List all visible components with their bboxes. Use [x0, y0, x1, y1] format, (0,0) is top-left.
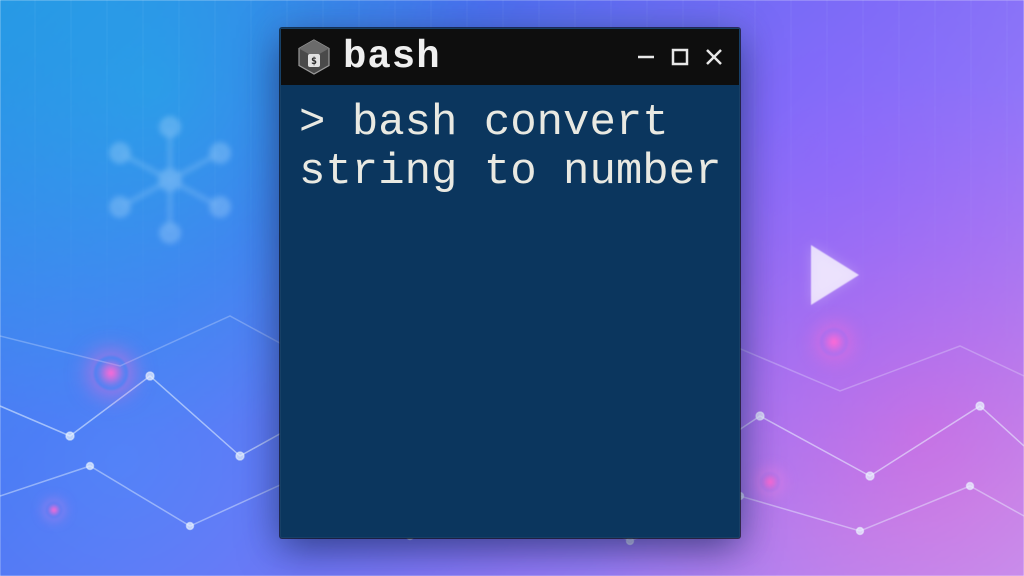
- lens-flare-decoration: [820, 328, 848, 356]
- play-triangle-decoration: [811, 245, 859, 305]
- maximize-button[interactable]: [669, 46, 691, 68]
- lens-flare-decoration: [46, 502, 62, 518]
- prompt-symbol: >: [299, 98, 325, 148]
- app-title: bash: [343, 35, 441, 79]
- terminal-window: $ bash > bash convert string to number: [280, 28, 740, 538]
- window-controls: [635, 46, 725, 68]
- minimize-button[interactable]: [635, 46, 657, 68]
- command-text: bash convert string to number: [299, 98, 721, 197]
- lens-flare-decoration: [94, 356, 128, 390]
- bash-hex-icon: $: [293, 36, 335, 78]
- lens-flare-decoration: [760, 472, 780, 492]
- window-titlebar[interactable]: $ bash: [281, 29, 739, 85]
- terminal-body[interactable]: > bash convert string to number: [281, 85, 739, 537]
- svg-text:$: $: [311, 56, 317, 67]
- close-button[interactable]: [703, 46, 725, 68]
- hexagon-molecule-decoration: [95, 105, 245, 255]
